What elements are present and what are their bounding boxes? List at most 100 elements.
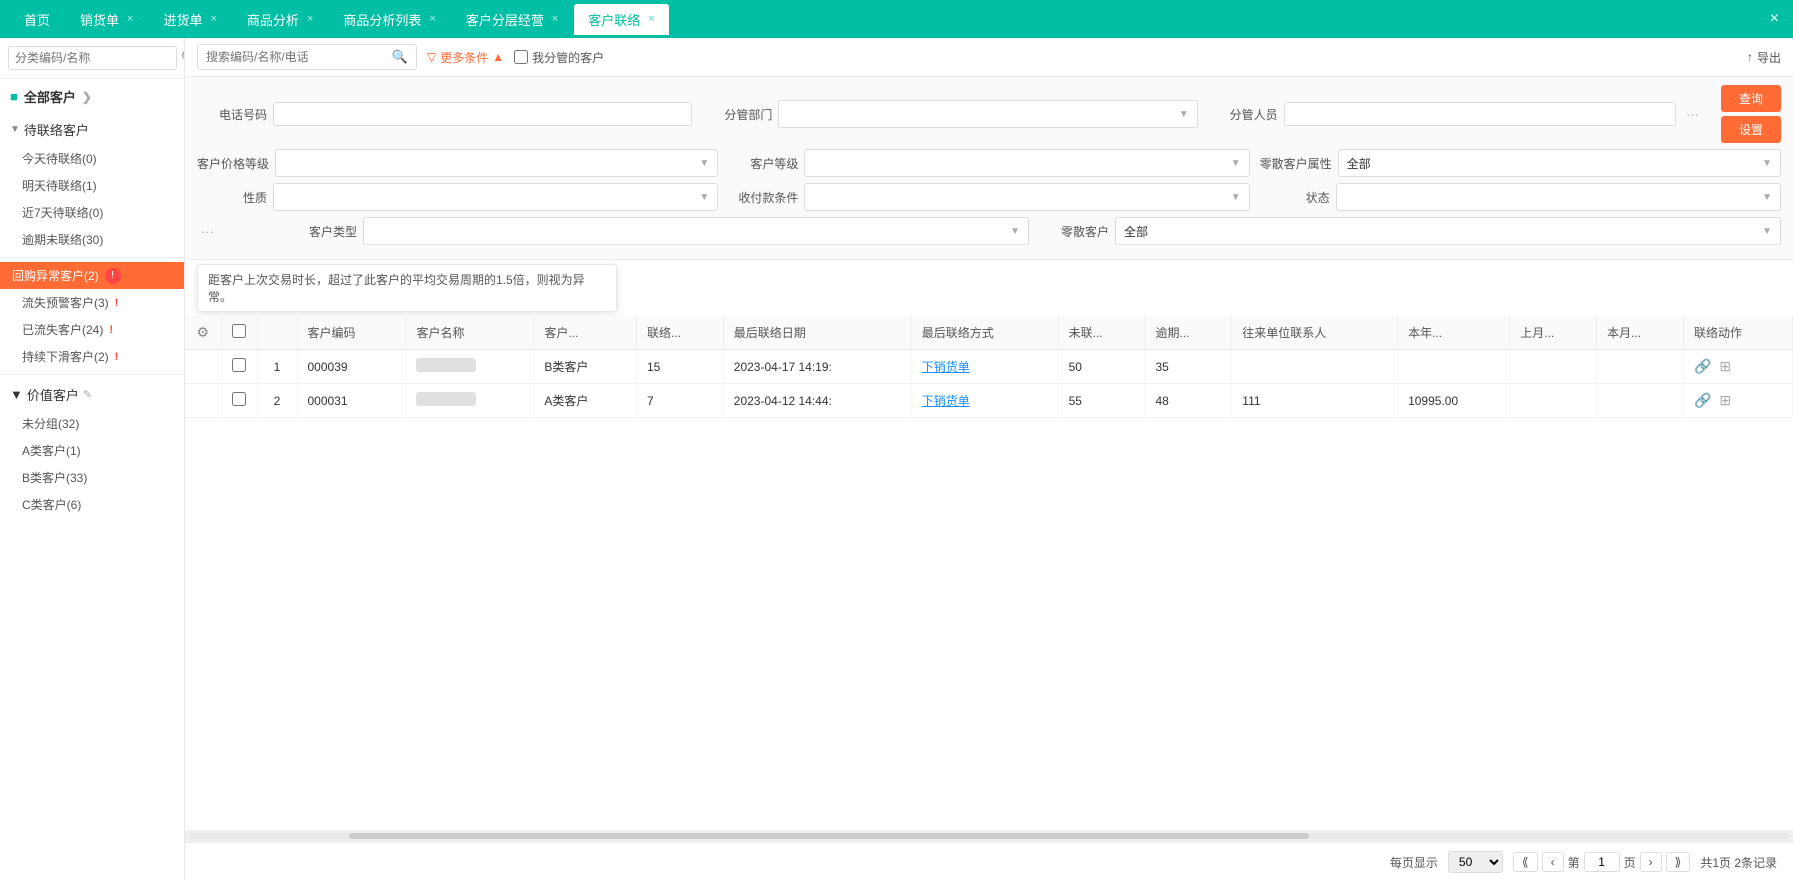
filter-level-select[interactable]: ▼	[804, 149, 1249, 177]
row2-checkbox[interactable]	[221, 384, 257, 418]
filter-dept-arrow-icon: ▼	[1179, 109, 1189, 120]
col-header-last-date[interactable]: 最后联络日期	[723, 316, 911, 350]
more-conditions-button[interactable]: ▽ 更多条件 ▲	[427, 49, 504, 66]
close-product-list-icon[interactable]: ×	[429, 13, 435, 25]
my-customers-checkbox[interactable]	[514, 50, 528, 64]
my-customers-checkbox-area[interactable]: 我分管的客户	[514, 49, 604, 66]
row1-last-method[interactable]: 下销货单	[911, 350, 1058, 384]
data-table-area: ⚙ 客户编码 客户名称 客户...	[185, 316, 1793, 830]
nav-customer-tier[interactable]: 客户分层经营 ×	[452, 4, 572, 35]
row2-grid-icon[interactable]: ⊞	[1719, 392, 1731, 409]
col-header-last-month[interactable]: 上月...	[1510, 316, 1597, 350]
sidebar-item-7days[interactable]: 近7天待联络(0)	[0, 199, 184, 226]
row2-name	[406, 384, 534, 418]
filter-retail-select[interactable]: 全部 ▼	[1115, 217, 1781, 245]
filter-level-arrow-icon: ▼	[1231, 158, 1241, 169]
row2-select-checkbox[interactable]	[232, 392, 246, 406]
search-icon[interactable]: 🔍	[392, 49, 408, 65]
sidebar-search-area: 🔍	[0, 38, 184, 79]
table-settings-icon[interactable]: ⚙	[196, 324, 209, 340]
col-header-last-method[interactable]: 最后联络方式	[911, 316, 1058, 350]
close-product-analysis-icon[interactable]: ×	[307, 13, 313, 25]
close-sales-order-icon[interactable]: ×	[127, 13, 133, 25]
col-header-checkbox[interactable]	[221, 316, 257, 350]
col-header-company-contact[interactable]: 往来单位联系人	[1232, 316, 1398, 350]
filter-manager-dots-icon[interactable]: ···	[1682, 107, 1703, 122]
all-customers-header[interactable]: ■ 全部客户 ❯	[0, 79, 184, 114]
row1-company-contact	[1232, 350, 1398, 384]
col-header-action: 联络动作	[1683, 316, 1792, 350]
filter-type-select[interactable]: ▼	[363, 217, 1029, 245]
nav-home[interactable]: 首页	[10, 4, 64, 35]
row1-grid-icon[interactable]: ⊞	[1719, 358, 1731, 375]
filter-scatter-label: 零散客户属性	[1260, 155, 1332, 172]
filter-nature-select[interactable]: ▼	[273, 183, 718, 211]
settings-button[interactable]: 设置	[1721, 116, 1781, 143]
scroll-thumb[interactable]	[349, 833, 1309, 839]
query-button[interactable]: 查询	[1721, 85, 1781, 112]
row2-this-month	[1597, 384, 1684, 418]
col-header-this-month[interactable]: 本月...	[1597, 316, 1684, 350]
sidebar-item-class-c[interactable]: C类客户(6)	[0, 491, 184, 518]
sidebar-item-churned[interactable]: 已流失客户(24) !	[0, 316, 184, 343]
filter-status-select[interactable]: ▼	[1336, 183, 1781, 211]
filter-scatter-select[interactable]: 全部 ▼	[1338, 149, 1781, 177]
filter-payment-select[interactable]: ▼	[804, 183, 1249, 211]
nav-sales-order[interactable]: 销货单 ×	[66, 4, 147, 35]
close-customer-tier-icon[interactable]: ×	[552, 13, 558, 25]
filter-price-select[interactable]: ▼	[275, 149, 718, 177]
col-header-contact[interactable]: 联络...	[636, 316, 723, 350]
page-prev-button[interactable]: ‹	[1542, 852, 1564, 872]
filter-dept-select[interactable]: ▼	[778, 100, 1197, 128]
pending-contact-group[interactable]: ▼ 待联络客户	[0, 114, 184, 145]
search-box[interactable]: 🔍	[197, 44, 417, 70]
row1-code: 000039	[297, 350, 406, 384]
export-button[interactable]: ↑ 导出	[1747, 49, 1781, 66]
filter-extra-dots[interactable]: ···	[197, 224, 218, 239]
horizontal-scrollbar[interactable]	[185, 830, 1793, 842]
close-customer-contact-icon[interactable]: ×	[648, 13, 654, 25]
select-all-checkbox[interactable]	[232, 324, 246, 338]
sidebar-item-class-b[interactable]: B类客户(33)	[0, 464, 184, 491]
page-number-input[interactable]	[1584, 852, 1620, 872]
filter-manager-input[interactable]	[1284, 102, 1676, 126]
search-input[interactable]	[206, 50, 386, 64]
col-header-code[interactable]: 客户编码	[297, 316, 406, 350]
close-all-tabs-button[interactable]: ×	[1766, 6, 1783, 32]
sidebar-item-tomorrow[interactable]: 明天待联络(1)	[0, 172, 184, 199]
col-header-this-year[interactable]: 本年...	[1398, 316, 1510, 350]
nav-product-analysis-list[interactable]: 商品分析列表 ×	[329, 4, 449, 35]
sidebar-item-class-a[interactable]: A类客户(1)	[0, 437, 184, 464]
sidebar-item-repurchase-anomaly[interactable]: 回购异常客户(2) !	[0, 262, 184, 289]
row1-select-checkbox[interactable]	[232, 358, 246, 372]
col-header-type[interactable]: 客户...	[534, 316, 637, 350]
filter-phone-input[interactable]	[273, 102, 692, 126]
col-header-name[interactable]: 客户名称	[406, 316, 534, 350]
sidebar-search-input[interactable]	[8, 46, 177, 70]
nav-purchase-order[interactable]: 进货单 ×	[149, 4, 230, 35]
scroll-track[interactable]	[189, 833, 1789, 839]
col-header-unread[interactable]: 未联...	[1058, 316, 1145, 350]
row1-checkbox[interactable]	[221, 350, 257, 384]
nav-customer-contact[interactable]: 客户联络 ×	[574, 4, 668, 35]
sidebar-item-declining[interactable]: 持续下滑客户(2) !	[0, 343, 184, 370]
close-purchase-order-icon[interactable]: ×	[210, 13, 216, 25]
row1-link-icon[interactable]: 🔗	[1694, 358, 1711, 375]
value-group-edit-icon[interactable]: ✎	[83, 388, 92, 401]
page-first-button[interactable]: ⟪	[1513, 852, 1538, 872]
page-last-button[interactable]: ⟫	[1666, 852, 1691, 872]
per-page-select[interactable]: 50 20 100	[1448, 851, 1503, 873]
row1-type: B类客户	[534, 350, 637, 384]
nav-product-analysis[interactable]: 商品分析 ×	[233, 4, 327, 35]
sidebar-item-overdue[interactable]: 逾期未联络(30)	[0, 226, 184, 253]
page-next-button[interactable]: ›	[1640, 852, 1662, 872]
col-header-settings[interactable]: ⚙	[185, 316, 221, 350]
row2-last-method[interactable]: 下销货单	[911, 384, 1058, 418]
sidebar-collapse-icon[interactable]: ❯	[82, 90, 92, 104]
sidebar-item-churn-warning[interactable]: 流失预警客户(3) !	[0, 289, 184, 316]
row2-link-icon[interactable]: 🔗	[1694, 392, 1711, 409]
sidebar-item-today[interactable]: 今天待联络(0)	[0, 145, 184, 172]
col-header-overdue[interactable]: 逾期...	[1145, 316, 1232, 350]
sidebar-item-unclassified[interactable]: 未分组(32)	[0, 410, 184, 437]
value-customer-group[interactable]: ▼ 价值客户 ✎	[0, 379, 184, 410]
